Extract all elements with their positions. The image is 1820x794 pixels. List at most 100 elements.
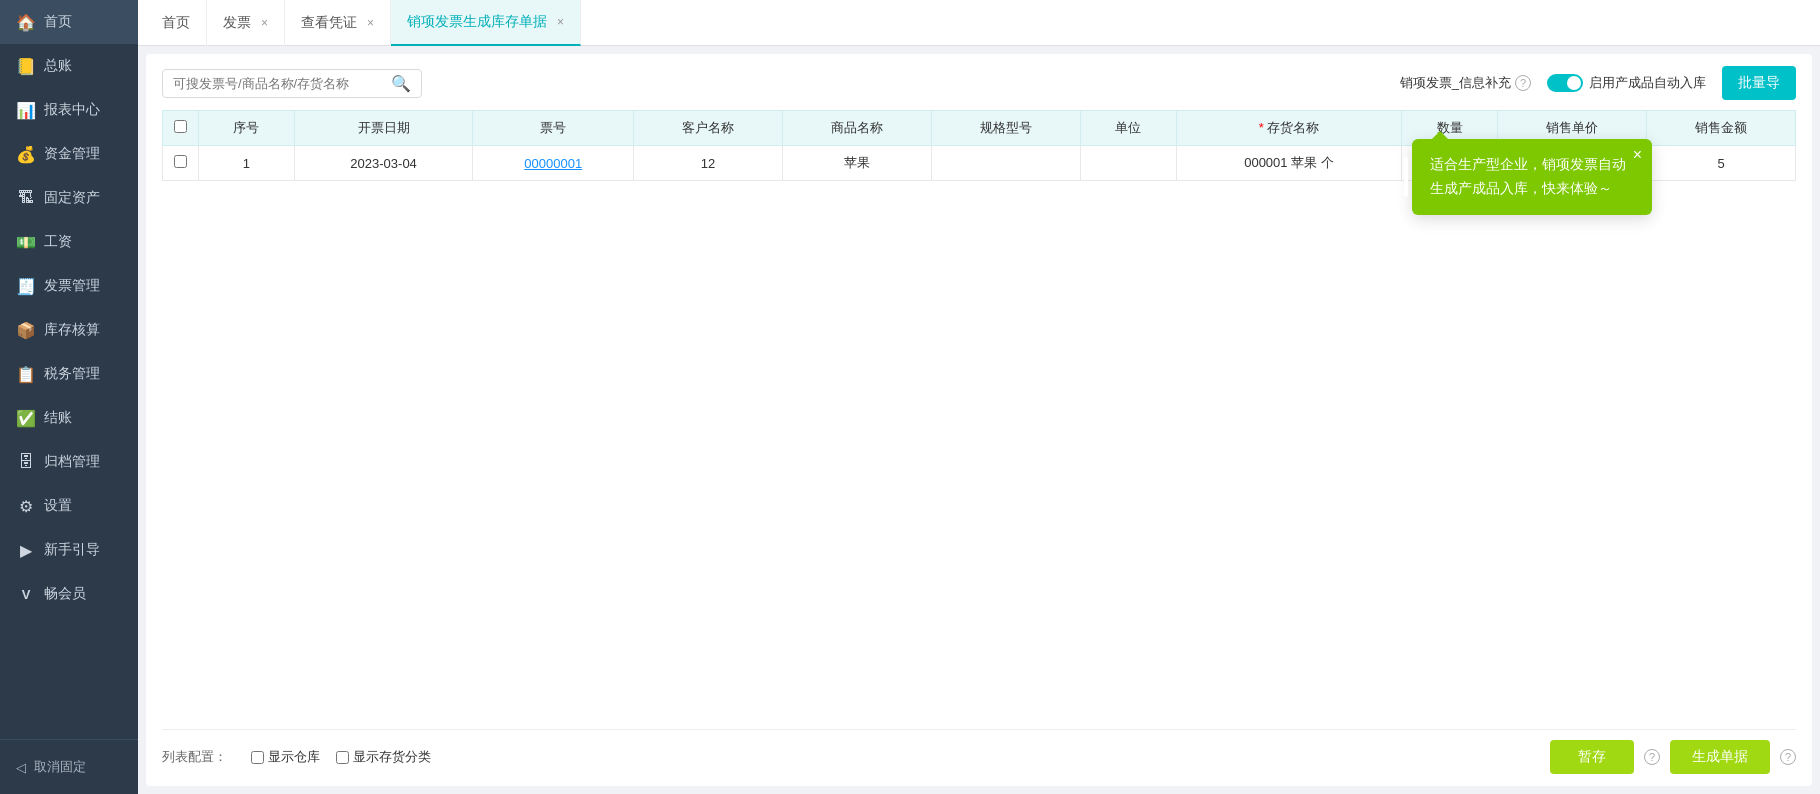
sidebar-bottom: ◁ 取消固定 <box>0 739 138 794</box>
sidebar-item-funds[interactable]: 💰 资金管理 <box>0 132 138 176</box>
row-date: 2023-03-04 <box>294 146 472 181</box>
tab-stock-close[interactable]: × <box>557 15 564 29</box>
ledger-icon: 📒 <box>16 56 36 76</box>
settings-icon: ⚙ <box>16 496 36 516</box>
batch-button[interactable]: 批量导 <box>1722 66 1796 100</box>
row-checkbox[interactable] <box>174 155 187 168</box>
reports-icon: 📊 <box>16 100 36 120</box>
sidebar-item-label: 畅会员 <box>44 585 86 603</box>
sidebar-item-label: 设置 <box>44 497 72 515</box>
sidebar-item-settings[interactable]: ⚙ 设置 <box>0 484 138 528</box>
show-stock-category-checkbox-label[interactable]: 显示存货分类 <box>336 748 431 766</box>
funds-icon: 💰 <box>16 144 36 164</box>
toolbar: 🔍 销项发票_信息补充 ? 启用产成品自动入库 批量导 <box>162 66 1796 100</box>
sidebar-item-label: 归档管理 <box>44 453 100 471</box>
th-no: 票号 <box>473 111 634 146</box>
sidebar: 🏠 首页 📒 总账 📊 报表中心 💰 资金管理 🏗 固定资产 💵 工资 🧾 发票… <box>0 0 138 794</box>
save-button[interactable]: 暂存 <box>1550 740 1634 774</box>
undo-fixed-label: 取消固定 <box>34 758 86 776</box>
sidebar-item-archive[interactable]: 🗄 归档管理 <box>0 440 138 484</box>
tab-home[interactable]: 首页 <box>146 0 207 46</box>
row-amount: 5 <box>1647 146 1796 181</box>
generate-help-icon[interactable]: ? <box>1780 749 1796 765</box>
row-spec <box>931 146 1080 181</box>
toggle-area: 启用产成品自动入库 <box>1547 74 1706 92</box>
sidebar-item-label: 结账 <box>44 409 72 427</box>
sidebar-item-inventory[interactable]: 📦 库存核算 <box>0 308 138 352</box>
search-icon[interactable]: 🔍 <box>391 74 411 93</box>
tab-invoice-close[interactable]: × <box>261 16 268 30</box>
row-unit <box>1080 146 1176 181</box>
th-stock-name: * 存货名称 <box>1176 111 1402 146</box>
info-label: 销项发票_信息补充 ? <box>1400 74 1531 92</box>
sidebar-item-invoice[interactable]: 🧾 发票管理 <box>0 264 138 308</box>
sidebar-item-label: 总账 <box>44 57 72 75</box>
sidebar-item-tax[interactable]: 📋 税务管理 <box>0 352 138 396</box>
show-warehouse-checkbox-label[interactable]: 显示仓库 <box>251 748 320 766</box>
save-help-icon[interactable]: ? <box>1644 749 1660 765</box>
bottom-bar: 列表配置： 显示仓库 显示存货分类 暂存 ? 生成单据 ? <box>162 729 1796 774</box>
search-input[interactable] <box>173 76 385 91</box>
vip-icon: V <box>16 584 36 604</box>
row-no-link[interactable]: 00000001 <box>524 156 582 171</box>
tab-voucher[interactable]: 查看凭证 × <box>285 0 391 46</box>
tab-voucher-close[interactable]: × <box>367 16 374 30</box>
toggle-label: 启用产成品自动入库 <box>1589 74 1706 92</box>
guide-icon: ▶ <box>16 540 36 560</box>
sidebar-item-label: 报表中心 <box>44 101 100 119</box>
tab-invoice[interactable]: 发票 × <box>207 0 285 46</box>
info-help-icon[interactable]: ? <box>1515 75 1531 91</box>
auto-stock-toggle[interactable] <box>1547 74 1583 92</box>
sidebar-item-vip[interactable]: V 畅会员 <box>0 572 138 616</box>
home-icon: 🏠 <box>16 12 36 32</box>
search-box[interactable]: 🔍 <box>162 69 422 98</box>
bottom-actions: 暂存 ? 生成单据 ? <box>1550 740 1796 774</box>
row-no: 00000001 <box>473 146 634 181</box>
toolbar-right: 销项发票_信息补充 ? 启用产成品自动入库 批量导 <box>1400 66 1796 100</box>
row-checkbox-cell <box>163 146 199 181</box>
sidebar-item-label: 库存核算 <box>44 321 100 339</box>
sidebar-item-label: 税务管理 <box>44 365 100 383</box>
row-seq: 1 <box>199 146 295 181</box>
sidebar-item-label: 工资 <box>44 233 72 251</box>
undo-fixed-button[interactable]: ◁ 取消固定 <box>0 750 138 784</box>
salary-icon: 💵 <box>16 232 36 252</box>
row-stock-name: 000001 苹果 个 <box>1176 146 1402 181</box>
tooltip-close-button[interactable]: × <box>1633 147 1642 163</box>
sidebar-item-home[interactable]: 🏠 首页 <box>0 0 138 44</box>
assets-icon: 🏗 <box>16 188 36 208</box>
row-goods: 苹果 <box>783 146 932 181</box>
tab-home-label: 首页 <box>162 14 190 32</box>
th-spec: 规格型号 <box>931 111 1080 146</box>
sidebar-item-reports[interactable]: 📊 报表中心 <box>0 88 138 132</box>
show-warehouse-checkbox[interactable] <box>251 751 264 764</box>
inventory-icon: 📦 <box>16 320 36 340</box>
archive-icon: 🗄 <box>16 452 36 472</box>
sidebar-item-closeout[interactable]: ✅ 结账 <box>0 396 138 440</box>
sidebar-item-guide[interactable]: ▶ 新手引导 <box>0 528 138 572</box>
sidebar-item-ledger[interactable]: 📒 总账 <box>0 44 138 88</box>
sidebar-item-assets[interactable]: 🏗 固定资产 <box>0 176 138 220</box>
tooltip-box: × 适合生产型企业，销项发票自动生成产成品入库，快来体验～ <box>1412 139 1652 215</box>
closeout-icon: ✅ <box>16 408 36 428</box>
sidebar-item-salary[interactable]: 💵 工资 <box>0 220 138 264</box>
th-customer: 客户名称 <box>634 111 783 146</box>
info-label-text: 销项发票_信息补充 <box>1400 74 1511 92</box>
th-unit: 单位 <box>1080 111 1176 146</box>
generate-button[interactable]: 生成单据 <box>1670 740 1770 774</box>
tooltip-text: 适合生产型企业，销项发票自动生成产成品入库，快来体验～ <box>1430 156 1626 196</box>
sidebar-item-label: 资金管理 <box>44 145 100 163</box>
sidebar-item-label: 固定资产 <box>44 189 100 207</box>
tab-voucher-label: 查看凭证 <box>301 14 357 32</box>
undo-icon: ◁ <box>16 760 26 775</box>
show-stock-category-checkbox[interactable] <box>336 751 349 764</box>
th-seq: 序号 <box>199 111 295 146</box>
th-checkbox <box>163 111 199 146</box>
sidebar-item-label: 首页 <box>44 13 72 31</box>
select-all-checkbox[interactable] <box>174 120 187 133</box>
tab-stock[interactable]: 销项发票生成库存单据 × <box>391 0 581 46</box>
show-warehouse-label: 显示仓库 <box>268 748 320 766</box>
sidebar-item-label: 发票管理 <box>44 277 100 295</box>
tooltip-indicator <box>1404 157 1408 197</box>
th-goods: 商品名称 <box>783 111 932 146</box>
